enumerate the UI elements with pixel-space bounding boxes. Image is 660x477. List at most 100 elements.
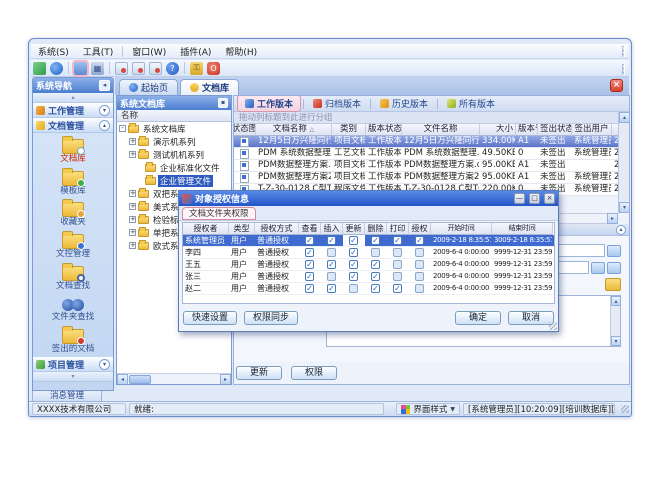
- insert-checkbox[interactable]: [327, 284, 336, 293]
- update-checkbox[interactable]: [349, 248, 358, 257]
- picker-button[interactable]: [591, 262, 605, 274]
- tab-folder-permissions[interactable]: 文档文件夹权限: [182, 207, 256, 220]
- table-vertical-scrollbar[interactable]: ▴ ▾: [618, 112, 629, 213]
- sidebar-section-work[interactable]: 工作管理 ▾: [33, 103, 113, 118]
- permission-sync-button[interactable]: 权限同步: [244, 311, 298, 325]
- view-checkbox[interactable]: [305, 236, 314, 245]
- picker-button[interactable]: [607, 262, 621, 274]
- sidebar-item-template-library[interactable]: 模板库: [33, 168, 113, 200]
- column-header-version-no[interactable]: 版本号: [516, 124, 538, 136]
- computer-icon[interactable]: ▦: [91, 62, 104, 75]
- cancel-button[interactable]: 取消: [508, 311, 554, 325]
- update-checkbox[interactable]: [349, 272, 358, 281]
- tree-node-root[interactable]: - 系统文档库: [117, 122, 231, 135]
- quick-setup-button[interactable]: 快速设置: [183, 311, 237, 325]
- ok-button[interactable]: 确定: [455, 311, 501, 325]
- permission-row-selected[interactable]: 系统管理员 用户 普通授权 2009-2-18 8:35:57 3009-2-1…: [183, 235, 554, 247]
- scroll-up-icon[interactable]: ▴: [619, 112, 630, 123]
- col-delete[interactable]: 删除: [365, 223, 387, 235]
- expander-icon[interactable]: +: [129, 151, 136, 158]
- column-header-filename[interactable]: 文件名称: [402, 124, 480, 136]
- lock-icon[interactable]: ⚿: [190, 62, 203, 75]
- chevron-up-icon[interactable]: ▴: [616, 225, 626, 235]
- table-row[interactable]: PDM 系统数据整理检... 工艺文档 工作版本 PDM 系统数据整理... 4…: [234, 148, 618, 160]
- print-checkbox[interactable]: [393, 272, 402, 281]
- expander-icon[interactable]: +: [129, 242, 136, 249]
- tab-document-library[interactable]: 文档库: [180, 79, 239, 95]
- table-row[interactable]: PDM数据整理方案.doc 项目文档 工作版本 PDM数据整理方案.doc 95…: [234, 160, 618, 172]
- chevron-down-icon[interactable]: ▾: [99, 105, 110, 116]
- col-print[interactable]: 打印: [387, 223, 409, 235]
- pin-icon[interactable]: ▪: [218, 98, 228, 108]
- expander-icon[interactable]: -: [119, 125, 126, 132]
- group-by-bar[interactable]: 拖动列标题到此进行分组: [234, 112, 629, 124]
- menu-plugins[interactable]: 插件(A): [173, 44, 218, 59]
- delete-checkbox[interactable]: [371, 236, 380, 245]
- tab-all-versions[interactable]: 所有版本: [440, 96, 502, 111]
- col-view[interactable]: 查看: [299, 223, 321, 235]
- tab-working-version[interactable]: 工作版本: [237, 95, 301, 112]
- authorize-checkbox[interactable]: [415, 248, 424, 257]
- view-checkbox[interactable]: [305, 248, 314, 257]
- sidebar-item-doc-search[interactable]: 文档查找: [33, 262, 113, 294]
- delete-checkbox[interactable]: [371, 272, 380, 281]
- sidebar-item-folder-search[interactable]: 文件夹查找: [33, 294, 113, 326]
- permission-row[interactable]: 赵二 用户 普通授权 2009-6-4 0:00:00 9999-12-31 2…: [183, 283, 554, 295]
- tree-node[interactable]: 企业标准化文件: [117, 161, 231, 174]
- view-checkbox[interactable]: [305, 260, 314, 269]
- insert-checkbox[interactable]: [327, 236, 336, 245]
- scroll-right-icon[interactable]: ▸: [607, 213, 618, 224]
- table-row-selected[interactable]: 12月5日万兴隆同行... 项目文档 工作版本 12月5日万兴隆同行... 33…: [234, 136, 618, 148]
- scroll-down-icon[interactable]: ▾: [611, 336, 621, 346]
- ui-style-dropdown[interactable]: 界面样式 ▼: [396, 403, 460, 415]
- menu-window[interactable]: 窗口(W): [125, 44, 173, 59]
- column-header-status[interactable]: 状态图: [234, 124, 256, 136]
- menu-help[interactable]: 帮助(H): [218, 44, 264, 59]
- view-checkbox[interactable]: [305, 284, 314, 293]
- delete-checkbox[interactable]: [371, 248, 380, 257]
- scroll-down-icon[interactable]: ▾: [619, 202, 630, 213]
- tree-node-selected[interactable]: 企业管理文件: [117, 174, 231, 187]
- web-icon[interactable]: [50, 62, 63, 75]
- delete-checkbox[interactable]: [371, 284, 380, 293]
- minimize-button[interactable]: —: [514, 193, 525, 204]
- picker-button[interactable]: [607, 245, 621, 257]
- tree-node[interactable]: + 演示机系列: [117, 135, 231, 148]
- authorize-checkbox[interactable]: [415, 260, 424, 269]
- sidebar-section-document[interactable]: 文档管理 ▴: [33, 118, 113, 133]
- column-header-category[interactable]: 类别: [332, 124, 366, 136]
- insert-checkbox[interactable]: [327, 272, 336, 281]
- col-start-time[interactable]: 开始时间: [431, 223, 492, 235]
- sidebar-scroll-up[interactable]: ▴: [33, 93, 113, 103]
- table-row[interactable]: PDM数据整理方案2.doc 项目文档 工作版本 PDM数据整理方案2.doc …: [234, 172, 618, 184]
- expander-icon[interactable]: +: [129, 203, 136, 210]
- print-checkbox[interactable]: [393, 248, 402, 257]
- print-checkbox[interactable]: [393, 284, 402, 293]
- col-auth-mode[interactable]: 授权方式: [255, 223, 299, 235]
- dialog-titlebar[interactable]: 对象授权信息 — □ ×: [179, 191, 558, 206]
- expander-icon[interactable]: +: [129, 216, 136, 223]
- column-header-version-status[interactable]: 版本状态: [366, 124, 402, 136]
- tab-start-page[interactable]: 起始页: [119, 79, 178, 95]
- expander-icon[interactable]: +: [129, 229, 136, 236]
- tree-node[interactable]: + 测试机机系列: [117, 148, 231, 161]
- insert-checkbox[interactable]: [327, 260, 336, 269]
- dialog-resize-grip[interactable]: [549, 322, 557, 330]
- tab-archived-version[interactable]: 归档版本: [306, 96, 368, 111]
- scroll-right-icon[interactable]: ▸: [220, 374, 231, 385]
- permission-row[interactable]: 李四 用户 普通授权 2009-6-4 0:00:00 9999-12-31 2…: [183, 247, 554, 259]
- update-checkbox[interactable]: [349, 284, 358, 293]
- col-grantee[interactable]: 授权者: [183, 223, 229, 235]
- update-checkbox[interactable]: [349, 236, 358, 245]
- authorize-checkbox[interactable]: [415, 272, 424, 281]
- sidebar-item-doc-control[interactable]: 文控管理: [33, 231, 113, 263]
- column-header-size[interactable]: 大小: [480, 124, 516, 136]
- exit-icon[interactable]: O: [207, 62, 220, 75]
- expander-icon[interactable]: +: [129, 190, 136, 197]
- col-end-time[interactable]: 结束时间: [492, 223, 553, 235]
- col-insert[interactable]: 插入: [321, 223, 343, 235]
- tree-horizontal-scrollbar[interactable]: ◂ ▸: [117, 373, 231, 384]
- help-icon[interactable]: ?: [166, 62, 179, 75]
- menu-system[interactable]: 系统(S): [31, 44, 76, 59]
- column-header-docname[interactable]: 文档名称 △: [256, 124, 332, 136]
